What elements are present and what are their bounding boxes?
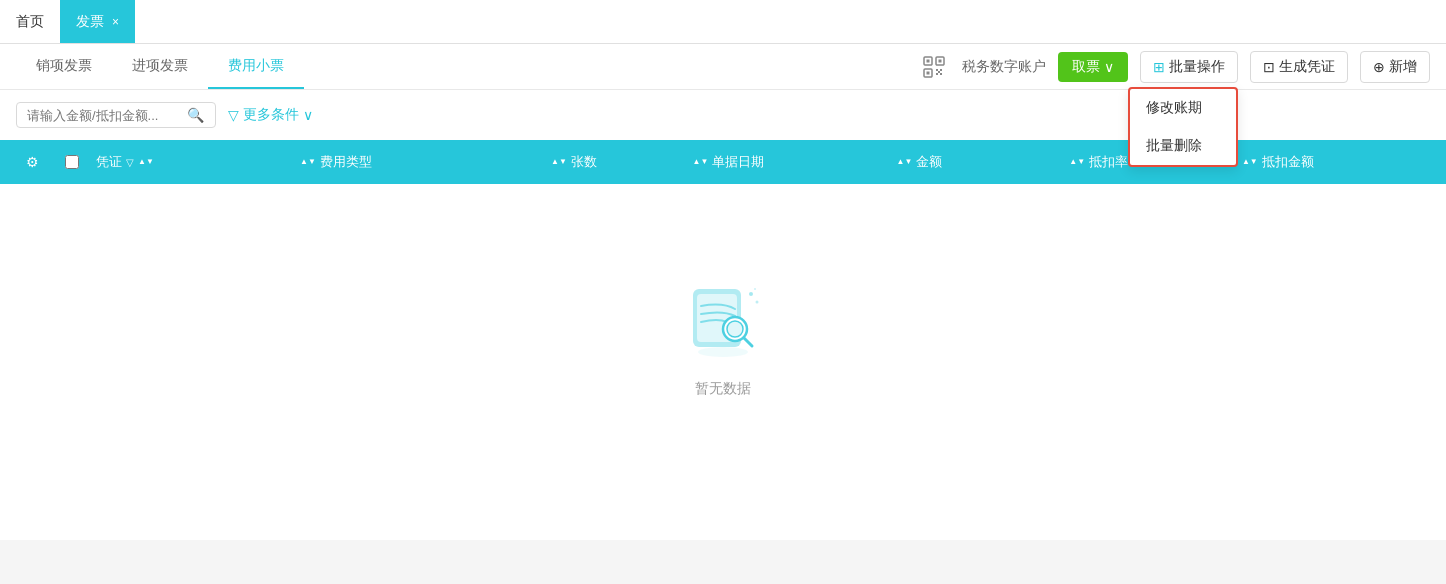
th-rate-label: 抵扣率	[1089, 153, 1128, 171]
qr-button[interactable]	[918, 51, 950, 83]
rate-sort[interactable]: ▲▼	[1069, 158, 1085, 166]
tab-sales[interactable]: 销项发票	[16, 44, 112, 89]
expense-type-sort[interactable]: ▲▼	[300, 158, 316, 166]
modify-period-item[interactable]: 修改账期	[1130, 89, 1236, 127]
deduct-amount-sort[interactable]: ▲▼	[1242, 158, 1258, 166]
svg-point-11	[698, 347, 748, 357]
tax-account-button[interactable]: 税务数字账户	[962, 58, 1046, 76]
get-ticket-label: 取票	[1072, 58, 1100, 76]
more-filter-button[interactable]: ▽ 更多条件 ∨	[228, 106, 313, 124]
count-sort[interactable]: ▲▼	[551, 158, 567, 166]
th-date-label: 单据日期	[712, 153, 764, 171]
svg-rect-3	[927, 59, 930, 62]
batch-op-label: 批量操作	[1169, 58, 1225, 76]
generate-voucher-label: 生成凭证	[1279, 58, 1335, 76]
content-area: ⚙ 凭证 ▽ ▲▼ ▲▼ 费用类型 ▲▼ 张数 ▲▼ 单据日期 ▲▼ 金额 ▲▼…	[0, 140, 1446, 540]
tab-input[interactable]: 进项发票	[112, 44, 208, 89]
tab-expense[interactable]: 费用小票	[208, 44, 304, 89]
generate-voucher-button[interactable]: ⊡ 生成凭证	[1250, 51, 1348, 83]
th-amount-label: 金额	[916, 153, 942, 171]
svg-rect-10	[938, 71, 940, 73]
batch-op-button[interactable]: ⊞ 批量操作	[1140, 51, 1238, 83]
th-count-label: 张数	[571, 153, 597, 171]
add-label: 新增	[1389, 58, 1417, 76]
sub-nav-actions: 税务数字账户 取票 ∨ ⊞ 批量操作 修改账期 批量删除 ⊡ 生成凭证 ⊕ 新增	[918, 51, 1430, 83]
add-icon: ⊕	[1373, 59, 1385, 75]
svg-rect-6	[936, 69, 938, 71]
filter-arrow: ∨	[303, 107, 313, 123]
voucher-sort[interactable]: ▲▼	[138, 158, 154, 166]
home-tab[interactable]: 首页	[0, 0, 60, 43]
top-nav: 首页 发票 ×	[0, 0, 1446, 44]
get-ticket-button[interactable]: 取票 ∨	[1058, 52, 1128, 82]
th-deduct-amount-label: 抵扣金额	[1262, 153, 1314, 171]
get-ticket-arrow: ∨	[1104, 59, 1114, 75]
sub-nav: 销项发票 进项发票 费用小票 税务数字账户 取票 ∨	[0, 44, 1446, 90]
search-input[interactable]	[27, 108, 187, 123]
th-amount: ▲▼ 金额	[889, 153, 1062, 171]
svg-point-17	[749, 292, 753, 296]
th-expense-type-label: 费用类型	[320, 153, 372, 171]
empty-text: 暂无数据	[695, 380, 751, 398]
svg-rect-8	[936, 73, 938, 75]
select-all-checkbox[interactable]	[65, 155, 79, 169]
search-icon[interactable]: 🔍	[187, 107, 204, 123]
invoice-tab-close[interactable]: ×	[112, 15, 119, 29]
batch-delete-item[interactable]: 批量删除	[1130, 127, 1236, 165]
settings-icon[interactable]: ⚙	[26, 154, 39, 170]
svg-rect-4	[939, 59, 942, 62]
empty-illustration	[673, 264, 773, 364]
svg-rect-5	[927, 71, 930, 74]
more-filter-label: 更多条件	[243, 106, 299, 124]
svg-point-19	[754, 288, 756, 290]
svg-point-15	[727, 321, 743, 337]
empty-state: 暂无数据	[0, 184, 1446, 438]
date-sort[interactable]: ▲▼	[692, 158, 708, 166]
svg-line-16	[744, 338, 752, 346]
amount-sort[interactable]: ▲▼	[897, 158, 913, 166]
invoice-tab[interactable]: 发票 ×	[60, 0, 135, 43]
svg-rect-9	[940, 73, 942, 75]
sub-nav-tabs: 销项发票 进项发票 费用小票	[16, 44, 304, 89]
th-deduct-amount: ▲▼ 抵扣金额	[1234, 153, 1438, 171]
add-button[interactable]: ⊕ 新增	[1360, 51, 1430, 83]
batch-dropdown-menu: 修改账期 批量删除	[1128, 87, 1238, 167]
batch-icon: ⊞	[1153, 59, 1165, 75]
th-date: ▲▼ 单据日期	[684, 153, 888, 171]
svg-point-18	[756, 301, 759, 304]
th-expense-type: ▲▼ 费用类型	[292, 153, 543, 171]
th-checkbox[interactable]	[56, 155, 88, 169]
svg-rect-7	[940, 69, 942, 71]
batch-op-wrapper: ⊞ 批量操作 修改账期 批量删除	[1140, 51, 1238, 83]
th-settings[interactable]: ⚙	[8, 154, 56, 170]
generate-icon: ⊡	[1263, 59, 1275, 75]
filter-icon: ▽	[228, 107, 239, 123]
search-input-wrapper[interactable]: 🔍	[16, 102, 216, 128]
th-count: ▲▼ 张数	[543, 153, 684, 171]
th-voucher-label: 凭证	[96, 153, 122, 171]
th-voucher-icon: ▽	[126, 157, 134, 168]
th-voucher: 凭证 ▽ ▲▼	[88, 153, 292, 171]
invoice-tab-label: 发票	[76, 13, 104, 31]
